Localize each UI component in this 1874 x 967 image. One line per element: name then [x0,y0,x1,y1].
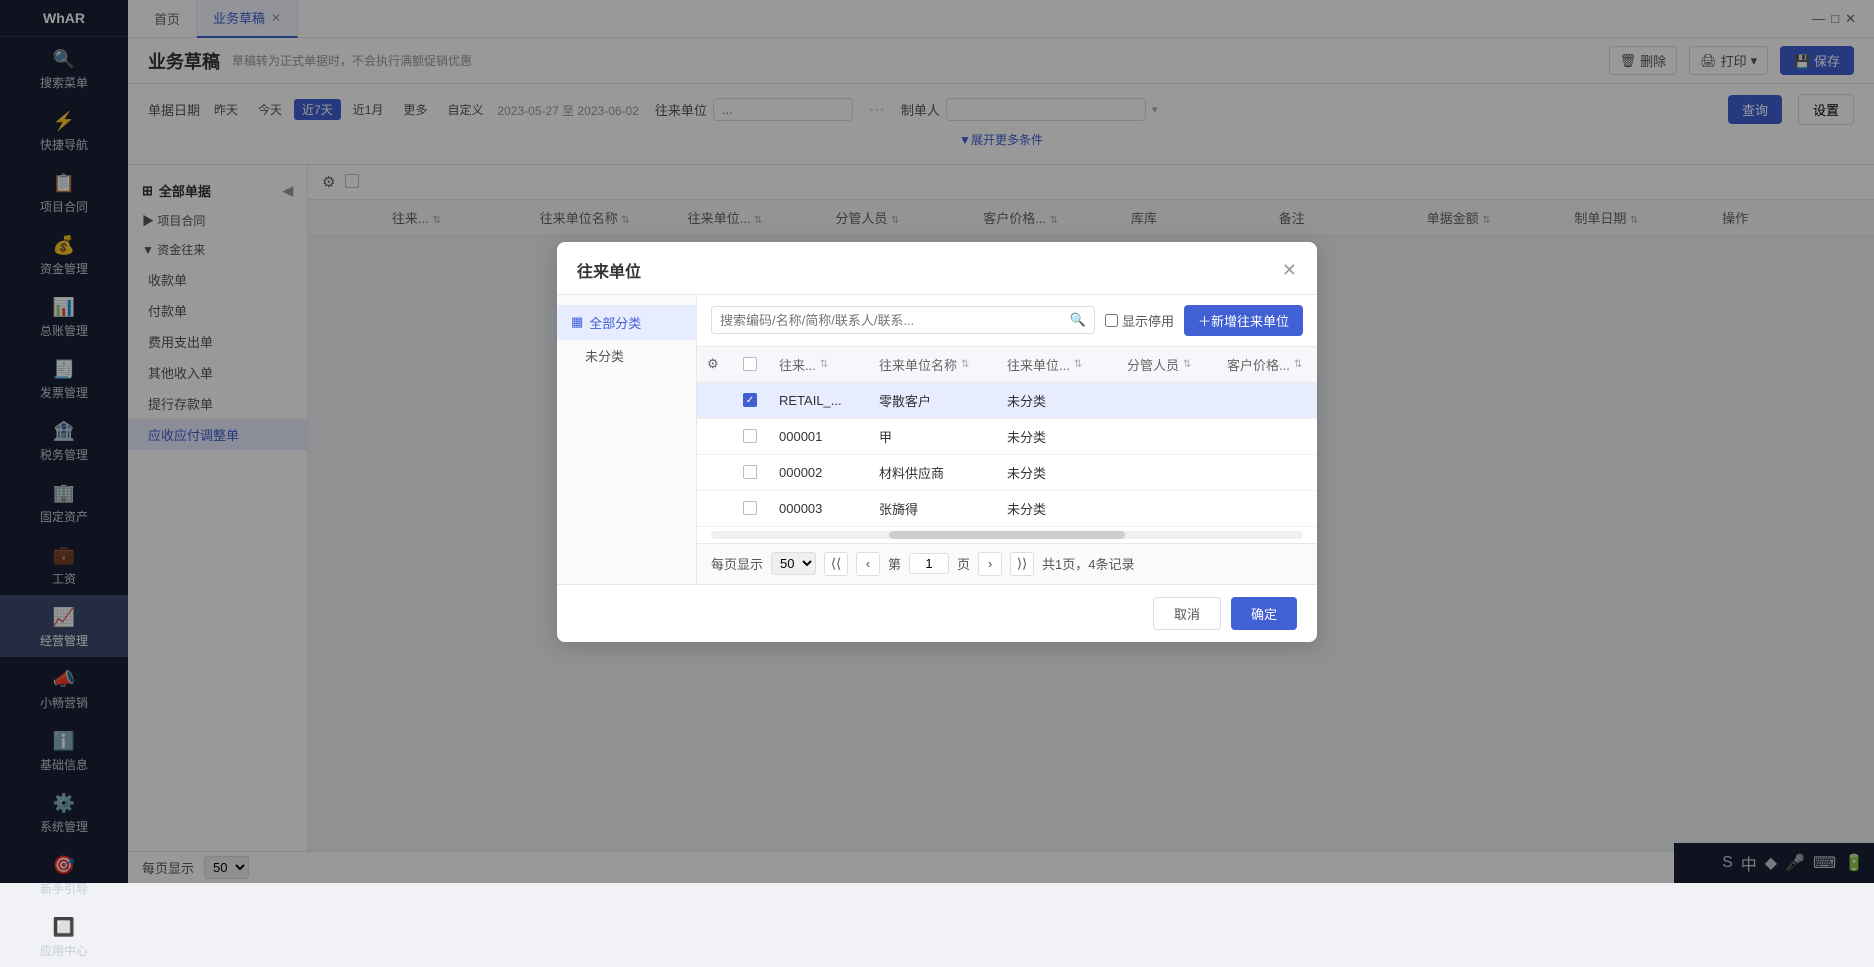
row4-name: 张旖得 [869,491,997,526]
add-partner-button[interactable]: ＋新增往来单位 [1184,305,1303,336]
row4-code: 000003 [769,491,869,526]
th-price: 客户价格... ⇅ [1217,347,1317,382]
sidebar-item-app-center[interactable]: 🔲 应用中心 [0,905,128,967]
row3-manager [1117,455,1217,490]
dialog-title: 往来单位 [577,258,641,282]
row3-name: 材料供应商 [869,455,997,490]
app-center-icon: 🔲 [53,917,75,938]
dialog-close-icon[interactable]: ✕ [1282,261,1297,279]
th-name-sort[interactable]: ⇅ [961,359,969,370]
modal-overlay[interactable]: 往来单位 ✕ ▦ 全部分类 未分类 [0,0,1874,883]
row1-code: RETAIL_... [769,383,869,418]
row1-gear [697,383,733,418]
dialog-table: ⚙ 往来... ⇅ 往来单位名称 ⇅ [697,347,1317,527]
dialog-pagination: 每页显示 50 ⟨⟨ ‹ 第 页 › ⟩⟩ 共1页，4条记录 [697,543,1317,584]
last-page-button[interactable]: ⟩⟩ [1010,552,1034,576]
th-gear: ⚙ [697,347,733,382]
row1-checkbox-el[interactable]: ✓ [743,393,757,407]
dialog-toolbar: 🔍 显示停用 ＋新增往来单位 [697,295,1317,347]
dialog-sidebar-uncategorized[interactable]: 未分类 [557,340,696,371]
th-name-label: 往来单位名称 [879,355,957,374]
total-records: 共1页，4条记录 [1042,554,1134,573]
prev-page-button[interactable]: ‹ [856,552,880,576]
th-cat-sort[interactable]: ⇅ [1074,359,1082,370]
table-row[interactable]: 000001 甲 未分类 [697,419,1317,455]
row1-name: 零散客户 [869,383,997,418]
th-gear-icon[interactable]: ⚙ [707,356,719,372]
th-code-label: 往来... [779,355,816,374]
row1-checkbox[interactable]: ✓ [733,383,769,418]
page-number-input[interactable] [909,553,949,574]
dialog-main: 🔍 显示停用 ＋新增往来单位 ⚙ [697,295,1317,584]
dialog-sidebar-all-category[interactable]: ▦ 全部分类 [557,305,696,340]
row4-gear [697,491,733,526]
per-page-select[interactable]: 50 [771,552,816,575]
table-row[interactable]: ✓ RETAIL_... 零散客户 未分类 [697,383,1317,419]
th-category-label: 往来单位... [1007,355,1070,374]
row4-checkbox[interactable] [733,491,769,526]
table-row[interactable]: 000002 材料供应商 未分类 [697,455,1317,491]
th-manager-label: 分管人员 [1127,355,1179,374]
th-name: 往来单位名称 ⇅ [869,347,997,382]
row3-gear [697,455,733,490]
row4-manager [1117,491,1217,526]
row1-manager [1117,383,1217,418]
row3-price [1217,455,1317,490]
row3-checkbox-el[interactable] [743,465,757,479]
show-disabled-checkbox[interactable] [1105,314,1118,327]
row2-category: 未分类 [997,419,1117,454]
show-disabled-label: 显示停用 [1122,311,1174,330]
table-row[interactable]: 000003 张旖得 未分类 [697,491,1317,527]
th-manager: 分管人员 ⇅ [1117,347,1217,382]
th-price-sort[interactable]: ⇅ [1294,359,1302,370]
row1-price [1217,383,1317,418]
dialog-search-input[interactable] [712,308,1062,333]
row2-name: 甲 [869,419,997,454]
row3-code: 000002 [769,455,869,490]
row3-category: 未分类 [997,455,1117,490]
row3-checkbox[interactable] [733,455,769,490]
dialog-actions: 取消 确定 [557,584,1317,642]
dialog-sidebar: ▦ 全部分类 未分类 [557,295,697,584]
row2-code: 000001 [769,419,869,454]
row2-checkbox-el[interactable] [743,429,757,443]
th-checkbox [733,347,769,382]
page-label: 页 [957,554,970,573]
dialog-search-icon[interactable]: 🔍 [1062,307,1094,333]
dialog-sidebar-uncat-label: 未分类 [585,349,624,364]
scrollbar-thumb[interactable] [889,531,1126,539]
per-page-label: 每页显示 [711,554,763,573]
dialog: 往来单位 ✕ ▦ 全部分类 未分类 [557,242,1317,642]
row2-manager [1117,419,1217,454]
row4-price [1217,491,1317,526]
category-grid-icon: ▦ [571,314,583,330]
th-price-label: 客户价格... [1227,355,1290,374]
row1-category: 未分类 [997,383,1117,418]
first-page-button[interactable]: ⟨⟨ [824,552,848,576]
show-disabled-toggle: 显示停用 [1105,311,1174,330]
row2-checkbox[interactable] [733,419,769,454]
dialog-body: ▦ 全部分类 未分类 🔍 [557,295,1317,584]
th-select-all[interactable] [743,357,757,371]
row2-gear [697,419,733,454]
th-code-sort[interactable]: ⇅ [820,359,828,370]
cancel-button[interactable]: 取消 [1153,597,1221,630]
row4-category: 未分类 [997,491,1117,526]
next-page-button[interactable]: › [978,552,1002,576]
th-mgr-sort[interactable]: ⇅ [1183,359,1191,370]
page-label-pre: 第 [888,554,901,573]
th-code: 往来... ⇅ [769,347,869,382]
dialog-header: 往来单位 ✕ [557,242,1317,295]
dialog-table-header: ⚙ 往来... ⇅ 往来单位名称 ⇅ [697,347,1317,383]
dialog-scrollbar[interactable] [711,531,1303,539]
search-box: 🔍 [711,306,1095,334]
row4-checkbox-el[interactable] [743,501,757,515]
th-category: 往来单位... ⇅ [997,347,1117,382]
dialog-sidebar-all-label: 全部分类 [589,313,641,332]
sidebar-item-label: 应用中心 [40,942,88,959]
row2-price [1217,419,1317,454]
confirm-button[interactable]: 确定 [1231,597,1297,630]
